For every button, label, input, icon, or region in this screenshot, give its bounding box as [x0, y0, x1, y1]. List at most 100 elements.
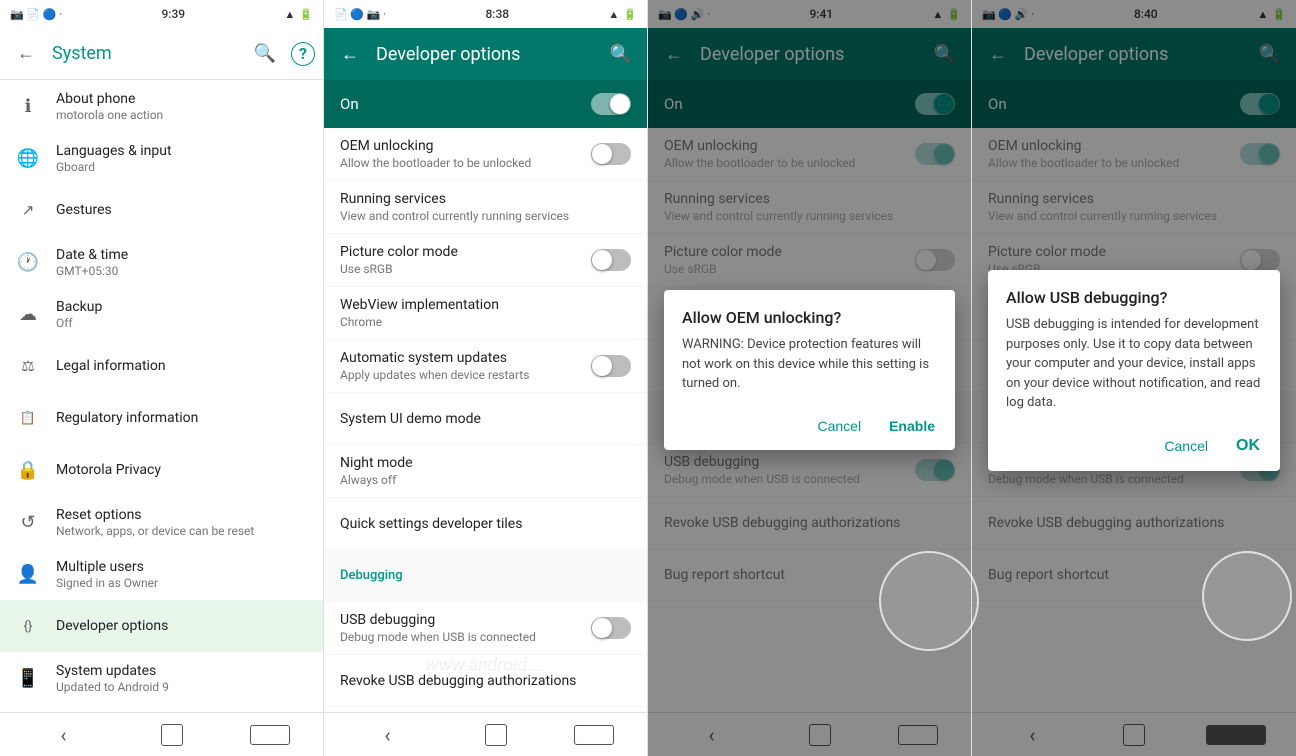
- datetime-icon: 🕐: [16, 250, 40, 274]
- wifi-icon: ▲: [284, 8, 295, 21]
- status-bar-system: 📷 📄 🔵 · 9:39 ▲ 🔋: [0, 0, 323, 28]
- panel-dev3: 📷 🔵 🔊 · 8:40 ▲ 🔋 ← Developer options 🔍 O…: [972, 0, 1296, 756]
- about-title: About phone: [56, 91, 307, 107]
- settings-item-about[interactable]: ℹ About phone motorola one action: [0, 80, 323, 132]
- wifi-icon-dev1: ▲: [608, 8, 619, 21]
- dev-settings-list1: OEM unlocking Allow the bootloader to be…: [324, 128, 647, 712]
- dev-item-color[interactable]: Picture color mode Use sRGB: [324, 234, 647, 287]
- dev-on-toggle[interactable]: [591, 93, 631, 115]
- language-sub: Gboard: [56, 160, 307, 174]
- dev-item-usb[interactable]: USB debugging Debug mode when USB is con…: [324, 602, 647, 655]
- dev-item-webview[interactable]: WebView implementation Chrome: [324, 287, 647, 340]
- status-time: 9:39: [161, 7, 185, 21]
- language-title: Languages & input: [56, 143, 307, 159]
- debugging-section-title: Debugging: [340, 568, 631, 583]
- back-button[interactable]: ←: [8, 36, 44, 72]
- dev-item-night[interactable]: Night mode Always off: [324, 445, 647, 498]
- back-nav[interactable]: ‹: [34, 717, 94, 753]
- panel-system: 📷 📄 🔵 · 9:39 ▲ 🔋 ← System 🔍 ? ℹ About ph…: [0, 0, 324, 756]
- revoke-title: Revoke USB debugging authorizations: [340, 673, 631, 689]
- usb-sub: Debug mode when USB is connected: [340, 630, 591, 644]
- developer-icon: {}: [16, 614, 40, 638]
- gestures-title: Gestures: [56, 202, 307, 218]
- settings-item-language[interactable]: 🌐 Languages & input Gboard: [0, 132, 323, 184]
- settings-item-regulatory[interactable]: 📋 Regulatory information: [0, 392, 323, 444]
- legal-title: Legal information: [56, 358, 307, 374]
- dev-on-title: On: [340, 95, 359, 113]
- dev-item-running[interactable]: Running services View and control curren…: [324, 181, 647, 234]
- oem-cancel-button[interactable]: Cancel: [806, 410, 874, 442]
- dev-item-autoupdate[interactable]: Automatic system updates Apply updates w…: [324, 340, 647, 393]
- users-title: Multiple users: [56, 559, 307, 575]
- reset-title: Reset options: [56, 507, 307, 523]
- running-title: Running services: [340, 191, 631, 207]
- oem-dialog: Allow OEM unlocking? WARNING: Device pro…: [664, 290, 955, 450]
- settings-item-developer[interactable]: {} Developer options: [0, 600, 323, 652]
- backup-sub: Off: [56, 316, 307, 330]
- usb-ok-button[interactable]: OK: [1224, 429, 1272, 463]
- oem-enable-button[interactable]: Enable: [877, 410, 947, 442]
- dev-item-quicksettings[interactable]: Quick settings developer tiles: [324, 498, 647, 550]
- color-toggle-knob: [592, 250, 612, 270]
- dev-section-debugging: Debugging: [324, 550, 647, 602]
- dev-item-revoke[interactable]: Revoke USB debugging authorizations: [324, 655, 647, 707]
- battery-icon: 🔋: [299, 8, 313, 21]
- settings-list: ℹ About phone motorola one action 🌐 Lang…: [0, 80, 323, 712]
- search-button-dev1[interactable]: 🔍: [603, 36, 639, 72]
- settings-item-reset[interactable]: ↺ Reset options Network, apps, or device…: [0, 496, 323, 548]
- settings-item-legal[interactable]: ⚖ Legal information: [0, 340, 323, 392]
- recent-nav-dev1[interactable]: [574, 725, 614, 745]
- backup-icon: ☁: [16, 302, 40, 326]
- oem-toggle[interactable]: [591, 143, 631, 165]
- color-toggle[interactable]: [591, 249, 631, 271]
- datetime-sub: GMT+05:30: [56, 264, 307, 278]
- oem-title: OEM unlocking: [340, 138, 591, 154]
- settings-item-datetime[interactable]: 🕐 Date & time GMT+05:30: [0, 236, 323, 288]
- developer-title: Developer options: [56, 618, 307, 634]
- usb-cancel-button[interactable]: Cancel: [1152, 429, 1220, 463]
- home-nav[interactable]: [161, 724, 183, 746]
- updates-title: System updates: [56, 663, 307, 679]
- quicksettings-title: Quick settings developer tiles: [340, 516, 631, 532]
- autoupdate-toggle[interactable]: [591, 355, 631, 377]
- backup-title: Backup: [56, 299, 307, 315]
- users-icon: 👤: [16, 562, 40, 586]
- status-bar-dev1: 📄 🔵 📷 · 8:38 ▲ 🔋: [324, 0, 647, 28]
- usb-dialog-body: USB debugging is intended for developmen…: [988, 315, 1280, 425]
- color-sub: Use sRGB: [340, 262, 591, 276]
- back-nav-dev1[interactable]: ‹: [358, 717, 418, 753]
- settings-item-backup[interactable]: ☁ Backup Off: [0, 288, 323, 340]
- app-bar-title: System: [52, 43, 239, 64]
- usb-dialog-title: Allow USB debugging?: [988, 270, 1280, 315]
- home-nav-dev1[interactable]: [485, 724, 507, 746]
- battery-icon-dev1: 🔋: [623, 8, 637, 21]
- app-bar-title-dev1: Developer options: [376, 44, 595, 65]
- status-left-icons: 📷 📄 🔵 ·: [10, 8, 62, 21]
- app-bar-dev1: ← Developer options 🔍: [324, 28, 647, 80]
- updates-sub: Updated to Android 9: [56, 680, 307, 694]
- reset-icon: ↺: [16, 510, 40, 534]
- help-button[interactable]: ?: [291, 42, 315, 66]
- bottom-nav-system: ‹: [0, 712, 323, 756]
- usb-toggle-knob: [592, 618, 612, 638]
- status-time-dev1: 8:38: [485, 7, 509, 21]
- back-button-dev1[interactable]: ←: [332, 36, 368, 72]
- dev-item-demo[interactable]: System UI demo mode: [324, 393, 647, 445]
- recent-nav[interactable]: [250, 725, 290, 745]
- search-button[interactable]: 🔍: [247, 36, 283, 72]
- settings-item-gestures[interactable]: ↗ Gestures: [0, 184, 323, 236]
- oem-dialog-title: Allow OEM unlocking?: [664, 290, 955, 335]
- settings-item-privacy[interactable]: 🔒 Motorola Privacy: [0, 444, 323, 496]
- language-icon: 🌐: [16, 146, 40, 170]
- users-sub: Signed in as Owner: [56, 576, 307, 590]
- dev-item-oem[interactable]: OEM unlocking Allow the bootloader to be…: [324, 128, 647, 181]
- privacy-title: Motorola Privacy: [56, 462, 307, 478]
- settings-item-users[interactable]: 👤 Multiple users Signed in as Owner: [0, 548, 323, 600]
- status-right-dev1: ▲ 🔋: [608, 8, 637, 21]
- legal-icon: ⚖: [16, 354, 40, 378]
- settings-item-updates[interactable]: 📱 System updates Updated to Android 9: [0, 652, 323, 704]
- about-sub: motorola one action: [56, 108, 307, 122]
- panel-dev2: 📷 🔵 🔊 · 9:41 ▲ 🔋 ← Developer options 🔍 O…: [648, 0, 972, 756]
- usb-toggle[interactable]: [591, 617, 631, 639]
- privacy-icon: 🔒: [16, 458, 40, 482]
